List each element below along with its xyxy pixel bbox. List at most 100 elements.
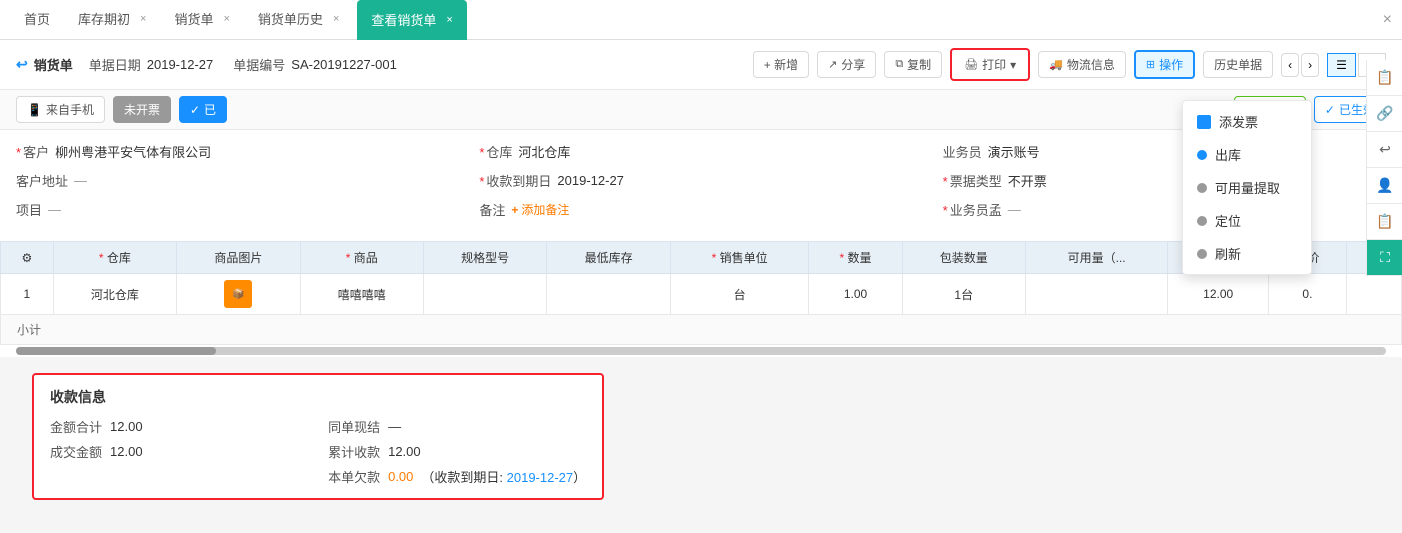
subtotal-row: 小计 [1, 315, 1402, 345]
sidebar-icon-1[interactable]: 📋 [1367, 60, 1402, 96]
th-settings[interactable]: ⚙ [1, 242, 54, 274]
row-available [1025, 274, 1167, 315]
th-qty: 数量 [809, 242, 902, 274]
warehouse-value: 河北仓库 [518, 142, 570, 161]
tab-bar: 首页 库存期初 × 销货单 × 销货单历史 × 查看销货单 × × [0, 0, 1402, 40]
extract-icon [1197, 183, 1207, 193]
confirm-button[interactable]: ✓ 已 [179, 96, 227, 123]
subtotal-label: 小计 [1, 315, 1402, 345]
row-amount [1346, 274, 1401, 315]
address-field: 客户地址 — [16, 171, 459, 190]
tab-inventory[interactable]: 库存期初 × [64, 0, 160, 40]
not-open-button[interactable]: 未开票 [113, 96, 171, 123]
scrollbar-thumb[interactable] [16, 347, 216, 355]
sidebar-icon-3[interactable]: ↩ [1367, 132, 1402, 168]
row-warehouse: 河北仓库 [53, 274, 176, 315]
row-image: 📦 [177, 274, 300, 315]
out-stock-icon [1197, 150, 1207, 160]
payment-deal-label: 成交金额 [50, 442, 102, 461]
th-pack-qty: 包装数量 [902, 242, 1025, 274]
window-close-button[interactable]: × [1383, 11, 1392, 29]
print-button[interactable]: 🖨 打印 ▾ [954, 52, 1026, 77]
share-button[interactable]: ↗ 分享 [817, 51, 876, 78]
project-label: 项目 [16, 200, 42, 219]
payment-grid: 金额合计 12.00 同单现结 — 成交金额 12.00 累计收款 12.00 [50, 417, 586, 486]
product-image: 📦 [224, 280, 252, 308]
doc-header: ↩ 销货单 单据日期 2019-12-27 单据编号 SA-20191227-0… [0, 40, 1402, 90]
payment-cumulative-row: 累计收款 12.00 [328, 442, 586, 461]
out-stock-item[interactable]: 出库 [1183, 138, 1311, 171]
tab-sales[interactable]: 销货单 × [160, 0, 243, 40]
invoice-icon [1197, 115, 1211, 129]
copy-button[interactable]: ⧉ 复制 [884, 51, 942, 78]
address-value: — [74, 173, 87, 188]
list-view-button[interactable]: ☰ [1327, 53, 1356, 77]
copy-icon: ⧉ [895, 58, 903, 71]
row-pack-qty: 1台 [902, 274, 1025, 315]
note-label: 备注 [479, 200, 505, 219]
logistics-button[interactable]: 🚚 物流信息 [1038, 51, 1126, 78]
tab-home[interactable]: 首页 [10, 0, 64, 40]
salesman-value: — [1008, 202, 1021, 217]
payment-total-value: 12.00 [110, 419, 143, 434]
sidebar-icon-6[interactable]: ⛶ [1367, 240, 1402, 276]
payment-container: 收款信息 金额合计 12.00 同单现结 — 成交金额 12.00 累计收款 1… [0, 357, 1402, 526]
sidebar-icon-2[interactable]: 🔗 [1367, 96, 1402, 132]
doc-number-field: 单据编号 SA-20191227-001 [233, 55, 397, 74]
th-min-stock: 最低库存 [547, 242, 670, 274]
form-row-3: 项目 — 备注 添加备注 业务员孟 — [16, 200, 1386, 219]
from-phone-button[interactable]: 📱 来自手机 [16, 96, 105, 123]
payment-arrears-label: 本单欠款 [328, 467, 380, 486]
logistics-icon: 🚚 [1049, 58, 1063, 71]
row-spec [423, 274, 546, 315]
form-row-1: 客户 柳州粤港平安气体有限公司 仓库 河北仓库 业务员 演示账号 [16, 142, 1386, 161]
sidebar-icon-4[interactable]: 👤 [1367, 168, 1402, 204]
horizontal-scrollbar[interactable] [16, 347, 1386, 355]
tab-close-history[interactable]: × [333, 13, 339, 25]
tab-close-inventory[interactable]: × [140, 13, 146, 25]
due-date-label: 收款到期日 [479, 171, 551, 190]
new-button[interactable]: + 新增 [753, 51, 809, 78]
tab-close-sales[interactable]: × [223, 13, 229, 25]
operation-button[interactable]: ⊞ 操作 [1134, 50, 1195, 79]
history-button[interactable]: 历史单据 [1203, 51, 1273, 78]
th-spec: 规格型号 [423, 242, 546, 274]
sidebar-icon-5[interactable]: 📋 [1367, 204, 1402, 240]
warehouse-field: 仓库 河北仓库 [479, 142, 922, 161]
right-sidebar: 📋 🔗 ↩ 👤 📋 ⛶ [1366, 60, 1402, 276]
add-invoice-item[interactable]: 添发票 [1183, 105, 1311, 138]
th-warehouse: 仓库 [53, 242, 176, 274]
doc-meta: 单据日期 2019-12-27 单据编号 SA-20191227-001 [89, 55, 737, 74]
payment-cumulative-value: 12.00 [388, 444, 421, 459]
tab-view-sales[interactable]: 查看销货单 × [357, 0, 466, 40]
note-field: 备注 添加备注 [479, 200, 922, 219]
available-extract-item[interactable]: 可用量提取 [1183, 171, 1311, 204]
payment-same-order-row: 同单现结 — [328, 417, 586, 436]
payment-arrears-note: （收款到期日: 2019-12-27） [421, 467, 586, 486]
row-stock: 12.00 [1168, 274, 1269, 315]
tab-sales-history[interactable]: 销货单历史 × [244, 0, 353, 40]
due-date-value: 2019-12-27 [557, 173, 624, 188]
payment-cumulative-label: 累计收款 [328, 442, 380, 461]
add-note-button[interactable]: 添加备注 [511, 201, 569, 218]
payment-total-row: 金额合计 12.00 [50, 417, 308, 436]
customer-value: 柳州粤港平安气体有限公司 [55, 142, 211, 161]
print-icon: 🖨 [964, 58, 978, 71]
refresh-item[interactable]: 刷新 [1183, 237, 1311, 270]
locate-item[interactable]: 定位 [1183, 204, 1311, 237]
payment-title: 收款信息 [50, 387, 586, 407]
check-icon: ✓ [190, 103, 200, 117]
next-button[interactable]: › [1301, 53, 1319, 77]
operation-dropdown: 添发票 出库 可用量提取 定位 刷新 [1182, 100, 1312, 275]
form-row-2: 客户地址 — 收款到期日 2019-12-27 票据类型 不开票 [16, 171, 1386, 190]
prev-button[interactable]: ‹ [1281, 53, 1299, 77]
table-row: 1 河北仓库 📦 嘻嘻嘻嘻 台 1.00 1台 12.00 0. [1, 274, 1402, 315]
row-product: 嘻嘻嘻嘻 [300, 274, 423, 315]
staff-label: 业务员 [943, 142, 982, 161]
doc-date-field: 单据日期 2019-12-27 [89, 55, 214, 74]
payment-total-label: 金额合计 [50, 417, 102, 436]
tab-close-view[interactable]: × [446, 14, 452, 26]
operation-icon: ⊞ [1146, 58, 1155, 71]
payment-deal-value: 12.00 [110, 444, 143, 459]
print-dropdown-arrow[interactable]: ▾ [1010, 58, 1016, 72]
